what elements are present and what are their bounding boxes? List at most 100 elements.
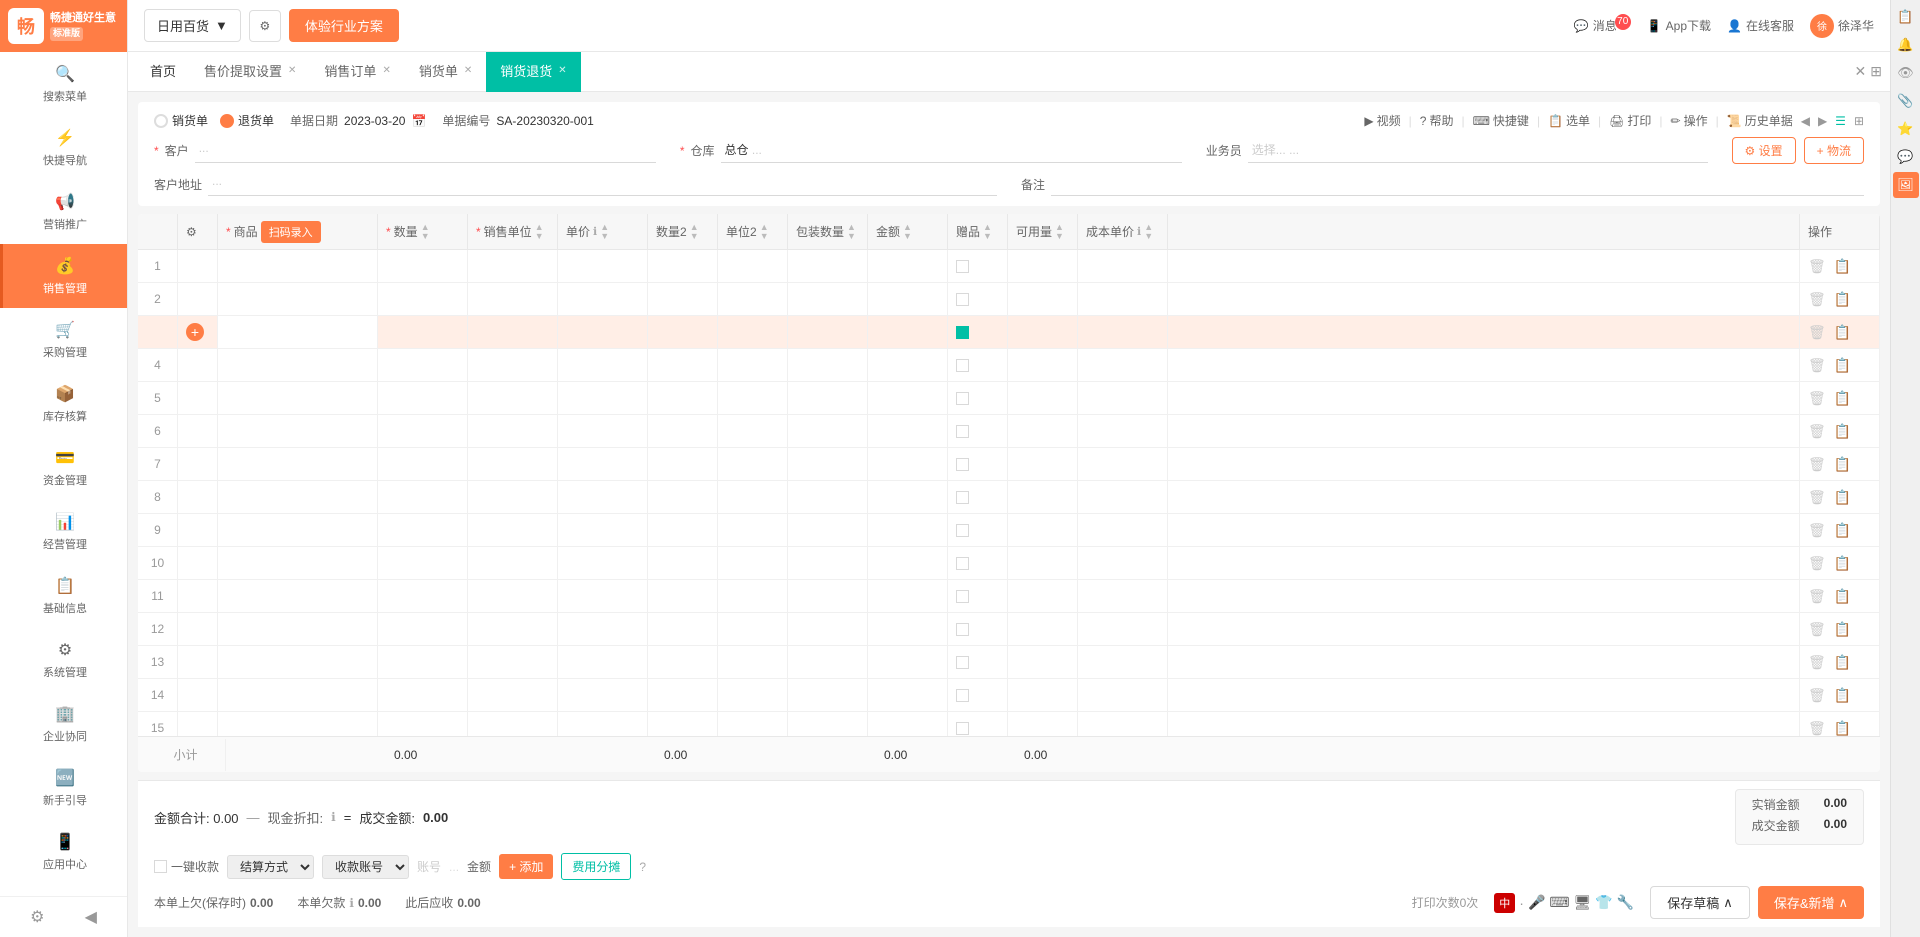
row-price-15[interactable] xyxy=(558,712,648,736)
gift-checkbox-3[interactable] xyxy=(956,326,969,339)
row-gift-13[interactable] xyxy=(948,646,1008,678)
row-gift-15[interactable] xyxy=(948,712,1008,736)
right-icon-image[interactable]: 🖼 xyxy=(1893,172,1919,198)
collapse-footer-icon[interactable]: ◀ xyxy=(85,907,97,927)
right-icon-eye[interactable]: 👁 xyxy=(1893,60,1919,86)
row-cost-6[interactable] xyxy=(1078,415,1168,447)
row-qty2-11[interactable] xyxy=(648,580,718,612)
row-qty2-3[interactable] xyxy=(648,316,718,348)
row-unit-4[interactable] xyxy=(468,349,558,381)
toolbar-history[interactable]: 📜 历史单据 xyxy=(1727,112,1793,129)
add-item-button[interactable]: + 添加 xyxy=(499,854,553,879)
price-sort-icon[interactable]: ▲▼ xyxy=(600,223,609,241)
copy-row-8-icon[interactable]: 📋 xyxy=(1834,489,1851,506)
copy-row-4-icon[interactable]: 📋 xyxy=(1834,357,1851,374)
scan-button[interactable]: 扫码录入 xyxy=(261,221,321,243)
delete-row-9-icon[interactable]: 🗑 xyxy=(1808,522,1826,539)
gift-checkbox-12[interactable] xyxy=(956,623,969,636)
sidebar-item-marketing[interactable]: 📢 营销推广 xyxy=(0,180,127,244)
gift-checkbox-8[interactable] xyxy=(956,491,969,504)
row-avail-10[interactable] xyxy=(1008,547,1078,579)
right-icon-doc[interactable]: 📋 xyxy=(1893,4,1919,30)
row-unit2-6[interactable] xyxy=(718,415,788,447)
row-unit-10[interactable] xyxy=(468,547,558,579)
row-unit-9[interactable] xyxy=(468,514,558,546)
logistics-button[interactable]: + 物流 xyxy=(1804,137,1864,164)
sidebar-item-quicknav[interactable]: ⚡ 快捷导航 xyxy=(0,116,127,180)
row-unit2-4[interactable] xyxy=(718,349,788,381)
gift-checkbox-2[interactable] xyxy=(956,293,969,306)
row-unit-1[interactable] xyxy=(468,250,558,282)
row-avail-15[interactable] xyxy=(1008,712,1078,736)
sidebar-item-guide[interactable]: 🆕 新手引导 xyxy=(0,756,127,820)
row-cost-4[interactable] xyxy=(1078,349,1168,381)
row-unit-3[interactable] xyxy=(468,316,558,348)
toolbar-help[interactable]: ? 帮助 xyxy=(1420,112,1454,129)
row-qty-10[interactable] xyxy=(378,547,468,579)
row-unit2-2[interactable] xyxy=(718,283,788,315)
row-unit-15[interactable] xyxy=(468,712,558,736)
row-amount-15[interactable] xyxy=(868,712,948,736)
row-qty-1[interactable] xyxy=(378,250,468,282)
delete-row-14-icon[interactable]: 🗑 xyxy=(1808,687,1826,704)
settings-footer-icon[interactable]: ⚙ xyxy=(30,907,44,927)
gift-checkbox-6[interactable] xyxy=(956,425,969,438)
sidebar-item-basic[interactable]: 📋 基础信息 xyxy=(0,564,127,628)
right-icon-bell[interactable]: 🔔 xyxy=(1893,32,1919,58)
sidebar-item-appcenter[interactable]: 📱 应用中心 xyxy=(0,820,127,884)
toolbar-print[interactable]: 🖨 打印 xyxy=(1609,112,1651,129)
tab-sale-order[interactable]: 销售订单 ✕ xyxy=(310,52,404,92)
row-qty2-1[interactable] xyxy=(648,250,718,282)
gift-checkbox-9[interactable] xyxy=(956,524,969,537)
row-gift-14[interactable] xyxy=(948,679,1008,711)
unit2-sort-icon[interactable]: ▲▼ xyxy=(760,223,769,241)
row-qty-15[interactable] xyxy=(378,712,468,736)
right-icon-attachment[interactable]: 📎 xyxy=(1893,88,1919,114)
copy-row-9-icon[interactable]: 📋 xyxy=(1834,522,1851,539)
row-qty2-9[interactable] xyxy=(648,514,718,546)
row-pack-11[interactable] xyxy=(788,580,868,612)
delete-row-1-icon[interactable]: 🗑 xyxy=(1808,258,1826,275)
row-pack-9[interactable] xyxy=(788,514,868,546)
row-price-14[interactable] xyxy=(558,679,648,711)
row-unit-7[interactable] xyxy=(468,448,558,480)
tab-menu-icon[interactable]: ⊞ xyxy=(1870,63,1882,80)
gift-checkbox-4[interactable] xyxy=(956,359,969,372)
row-goods-13[interactable] xyxy=(218,646,378,678)
row-pack-14[interactable] xyxy=(788,679,868,711)
split-help-icon[interactable]: ? xyxy=(639,860,646,874)
row-qty-11[interactable] xyxy=(378,580,468,612)
row-avail-4[interactable] xyxy=(1008,349,1078,381)
copy-row-7-icon[interactable]: 📋 xyxy=(1834,456,1851,473)
gift-checkbox-7[interactable] xyxy=(956,458,969,471)
row-price-13[interactable] xyxy=(558,646,648,678)
note-input[interactable] xyxy=(1051,172,1864,196)
user-profile[interactable]: 徐 徐泽华 xyxy=(1810,14,1874,38)
row-cost-5[interactable] xyxy=(1078,382,1168,414)
keyboard-icon[interactable]: ⌨ xyxy=(1549,894,1569,911)
row-cost-7[interactable] xyxy=(1078,448,1168,480)
row-qty-2[interactable] xyxy=(378,283,468,315)
row-price-12[interactable] xyxy=(558,613,648,645)
tab-close-all-icon[interactable]: ✕ xyxy=(1855,63,1867,80)
row-unit2-8[interactable] xyxy=(718,481,788,513)
row-price-11[interactable] xyxy=(558,580,648,612)
price-info-icon[interactable]: ℹ xyxy=(593,225,597,238)
row-goods-1[interactable] xyxy=(218,250,378,282)
row-avail-1[interactable] xyxy=(1008,250,1078,282)
row-avail-3[interactable] xyxy=(1008,316,1078,348)
mic-icon[interactable]: 🎤 xyxy=(1528,894,1545,911)
th-settings[interactable]: ⚙ xyxy=(178,214,218,249)
row-qty2-10[interactable] xyxy=(648,547,718,579)
row-cost-3[interactable] xyxy=(1078,316,1168,348)
row-pack-10[interactable] xyxy=(788,547,868,579)
avail-sort-icon[interactable]: ▲▼ xyxy=(1055,223,1064,241)
gift-checkbox-5[interactable] xyxy=(956,392,969,405)
messages-btn[interactable]: 💬 消息 70 xyxy=(1574,17,1631,34)
row-unit-12[interactable] xyxy=(468,613,558,645)
qty2-sort-icon[interactable]: ▲▼ xyxy=(690,223,699,241)
one-click-payment-checkbox[interactable]: 一键收款 xyxy=(154,858,219,875)
row-goods-14[interactable] xyxy=(218,679,378,711)
row-qty2-4[interactable] xyxy=(648,349,718,381)
row-unit2-15[interactable] xyxy=(718,712,788,736)
